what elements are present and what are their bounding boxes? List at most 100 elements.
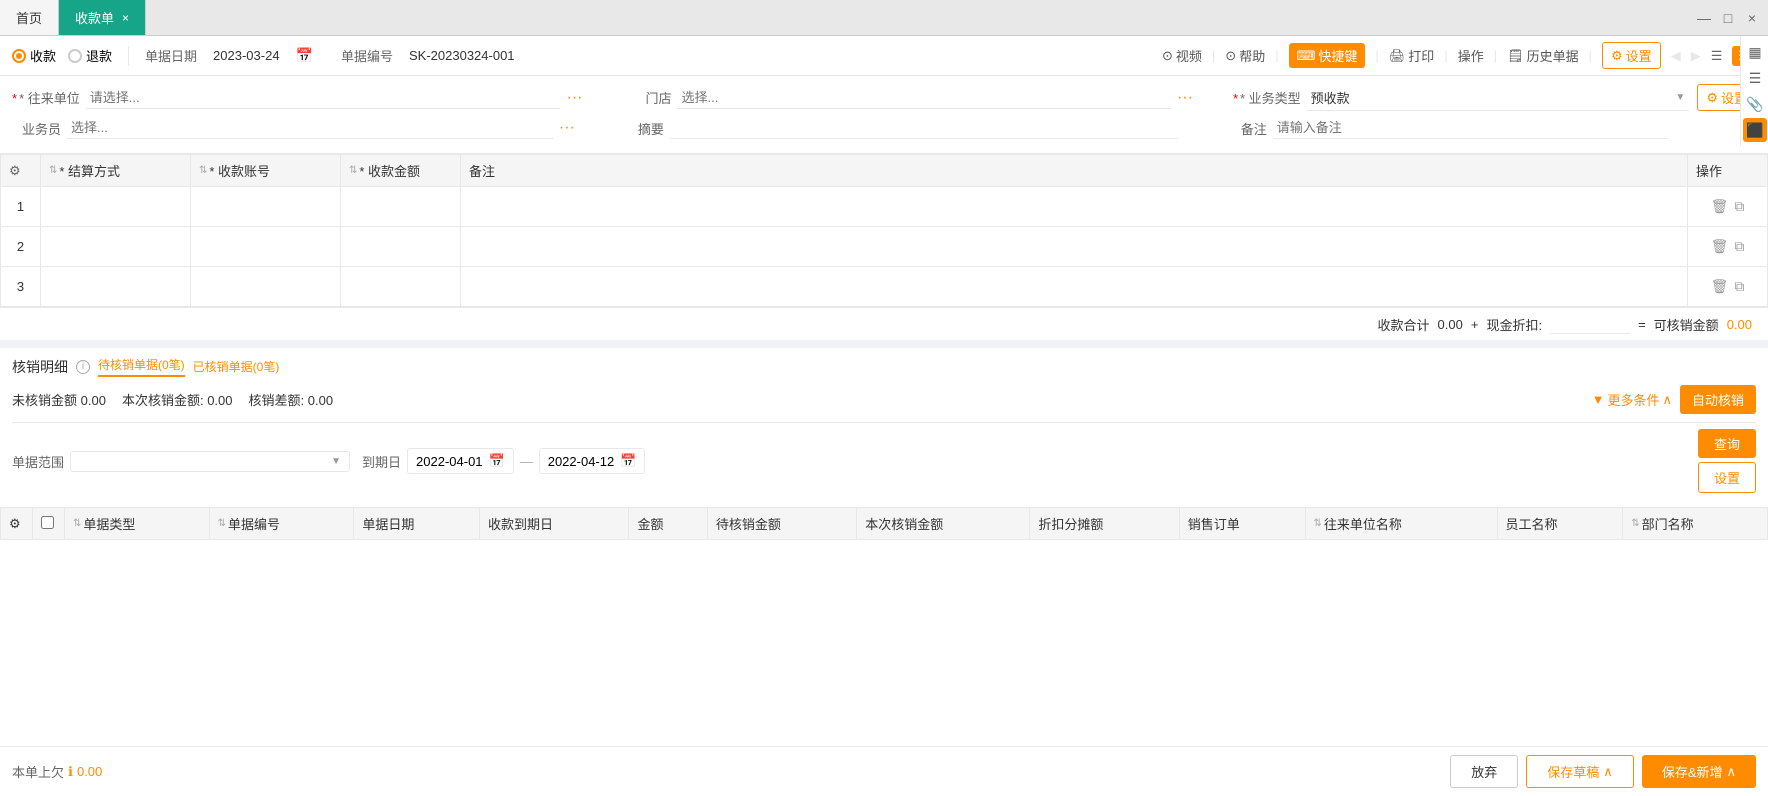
filter-right-buttons: 查询 设置 [1698,429,1756,493]
calendar-icon[interactable]: 📅 [296,47,313,64]
list-icon[interactable]: ☰ [1711,48,1723,64]
close-button[interactable]: × [1744,10,1760,26]
plus-sign: + [1471,317,1479,332]
bth-doc-type: ⇅ 单据类型 [65,508,210,540]
copy-row-1-icon[interactable]: ⧉ [1734,198,1744,215]
date-from-value: 2022-04-01 [416,454,483,469]
amount-cell-1[interactable] [341,187,461,227]
delete-row-3-icon[interactable]: 🗑 [1711,278,1729,295]
copy-row-3-icon[interactable]: ⧉ [1734,278,1744,295]
summary-label: 摘要 [615,119,670,138]
help-btn[interactable]: ⊙ 帮助 [1225,46,1265,65]
summary-input[interactable] [670,117,1178,139]
abandon-button[interactable]: 放弃 [1450,755,1518,788]
print-btn[interactable]: 🖨 打印 [1389,46,1435,65]
business-type-field: * 业务类型 预收款 ▼ [1233,85,1689,111]
auto-clear-button[interactable]: 自动核销 [1680,385,1756,414]
delete-row-1-icon[interactable]: 🗑 [1711,198,1729,215]
th-gear[interactable]: ⚙ [1,155,41,187]
more-conditions-btn[interactable]: ▼ 更多条件 ∧ [1592,390,1672,409]
store-field: 门店 ··· [622,87,1192,109]
sidebar-attachment-icon[interactable]: 📎 [1743,92,1767,116]
form-row-1: * 往来单位 ··· 门店 ··· * 业务类型 预收款 ▼ [12,84,1756,111]
tab-receipt[interactable]: 收款单 × [59,0,146,35]
copy-row-2-icon[interactable]: ⧉ [1734,238,1744,255]
bth-current-verify: 本次核销金额 [857,508,1030,540]
salesman-more-icon[interactable]: ··· [559,120,575,136]
more-conditions-label: 更多条件 [1607,390,1659,409]
from-unit-label: * 往来单位 [12,88,86,107]
from-unit-field: * 往来单位 ··· [12,87,582,109]
settings-button[interactable]: ⚙ 设置 [1602,42,1661,69]
table-row: 3 🗑 ⧉ [1,267,1768,307]
done-tab[interactable]: 已核销单据(0笔) [193,358,280,375]
radio-receive[interactable]: 收款 [12,46,56,65]
tab-close-icon[interactable]: × [122,11,129,25]
store-input[interactable] [677,87,1170,109]
sidebar-list-icon[interactable]: ☰ [1743,66,1767,90]
query-button[interactable]: 查询 [1698,429,1756,458]
save-new-button[interactable]: 保存&新增 ∧ [1642,755,1756,788]
from-unit-input[interactable] [86,87,561,109]
bottom-table-area: ⚙ ⇅ 单据类型 ⇅ [0,507,1768,540]
date-to-picker[interactable]: 2022-04-12 📅 [539,448,646,474]
note-cell-2[interactable] [461,227,1688,267]
radio-receive-label: 收款 [30,46,56,65]
pending-tab[interactable]: 待核销单据(0笔) [98,356,185,377]
filter-settings-button[interactable]: 设置 [1698,462,1756,493]
print-label: 打印 [1408,46,1434,65]
toolbar-divider [128,46,129,66]
bth-gear[interactable]: ⚙ [1,508,33,540]
note-cell-1[interactable] [461,187,1688,227]
account-cell-1[interactable] [191,187,341,227]
from-unit-more-icon[interactable]: ··· [566,90,582,106]
discount-input[interactable] [1550,314,1630,334]
store-more-icon[interactable]: ··· [1177,90,1193,106]
video-btn[interactable]: ⊙ 视频 [1162,46,1202,65]
account-cell-2[interactable] [191,227,341,267]
section-separator [0,340,1768,348]
chevron-up-icon: ∧ [1662,392,1672,408]
shortcut-btn[interactable]: ⌨ 快捷键 [1289,43,1366,68]
verify-info-icon[interactable]: i [76,360,90,374]
operation-btn[interactable]: 操作 [1458,46,1484,65]
bth-amount: 金额 [629,508,707,540]
account-cell-3[interactable] [191,267,341,307]
tab-home[interactable]: 首页 [0,0,59,35]
date-from-picker[interactable]: 2022-04-01 📅 [407,448,514,474]
minimize-button[interactable]: — [1696,10,1712,26]
settlement-cell-3[interactable] [41,267,191,307]
table-gear-icon[interactable]: ⚙ [9,163,21,178]
maximize-button[interactable]: □ [1720,10,1736,26]
date-separator: — [520,454,533,469]
history-btn[interactable]: 🗒 历史单据 [1507,46,1579,65]
sidebar-expand-icon[interactable]: ⬛ [1743,118,1767,142]
amount-cell-2[interactable] [341,227,461,267]
sidebar-table-icon[interactable]: ▦ [1743,40,1767,64]
select-all-checkbox[interactable] [41,516,54,529]
settlement-cell-2[interactable] [41,227,191,267]
amount-cell-3[interactable] [341,267,461,307]
note-input[interactable] [1273,117,1668,139]
bth-doc-number: ⇅ 单据编号 [209,508,354,540]
verify-table: ⚙ ⇅ 单据类型 ⇅ [0,507,1768,540]
note-cell-3[interactable] [461,267,1688,307]
range-label: 单据范围 [12,452,64,471]
home-tab-label: 首页 [16,8,42,27]
range-select[interactable]: ▼ [70,451,350,472]
save-draft-button[interactable]: 保存草稿 ∧ [1526,755,1634,788]
uncleared-value: 0.00 [81,393,106,408]
form-area: * 往来单位 ··· 门店 ··· * 业务类型 预收款 ▼ [0,76,1768,154]
save-new-chevron-icon: ∧ [1726,764,1736,780]
bth-checkbox[interactable] [33,508,65,540]
help-icon: ⊙ [1225,48,1236,64]
radio-refund[interactable]: 退款 [68,46,112,65]
business-type-select[interactable]: 预收款 ▼ [1307,85,1690,111]
delete-row-2-icon[interactable]: 🗑 [1711,238,1729,255]
diff-stat: 核销差额: 0.00 [249,390,334,409]
salesman-input[interactable] [67,117,553,139]
settlement-cell-1[interactable] [41,187,191,227]
row-num-2: 2 [1,227,41,267]
date-value: 2023-03-24 [213,48,280,63]
carry-icon[interactable]: ℹ [68,764,73,780]
